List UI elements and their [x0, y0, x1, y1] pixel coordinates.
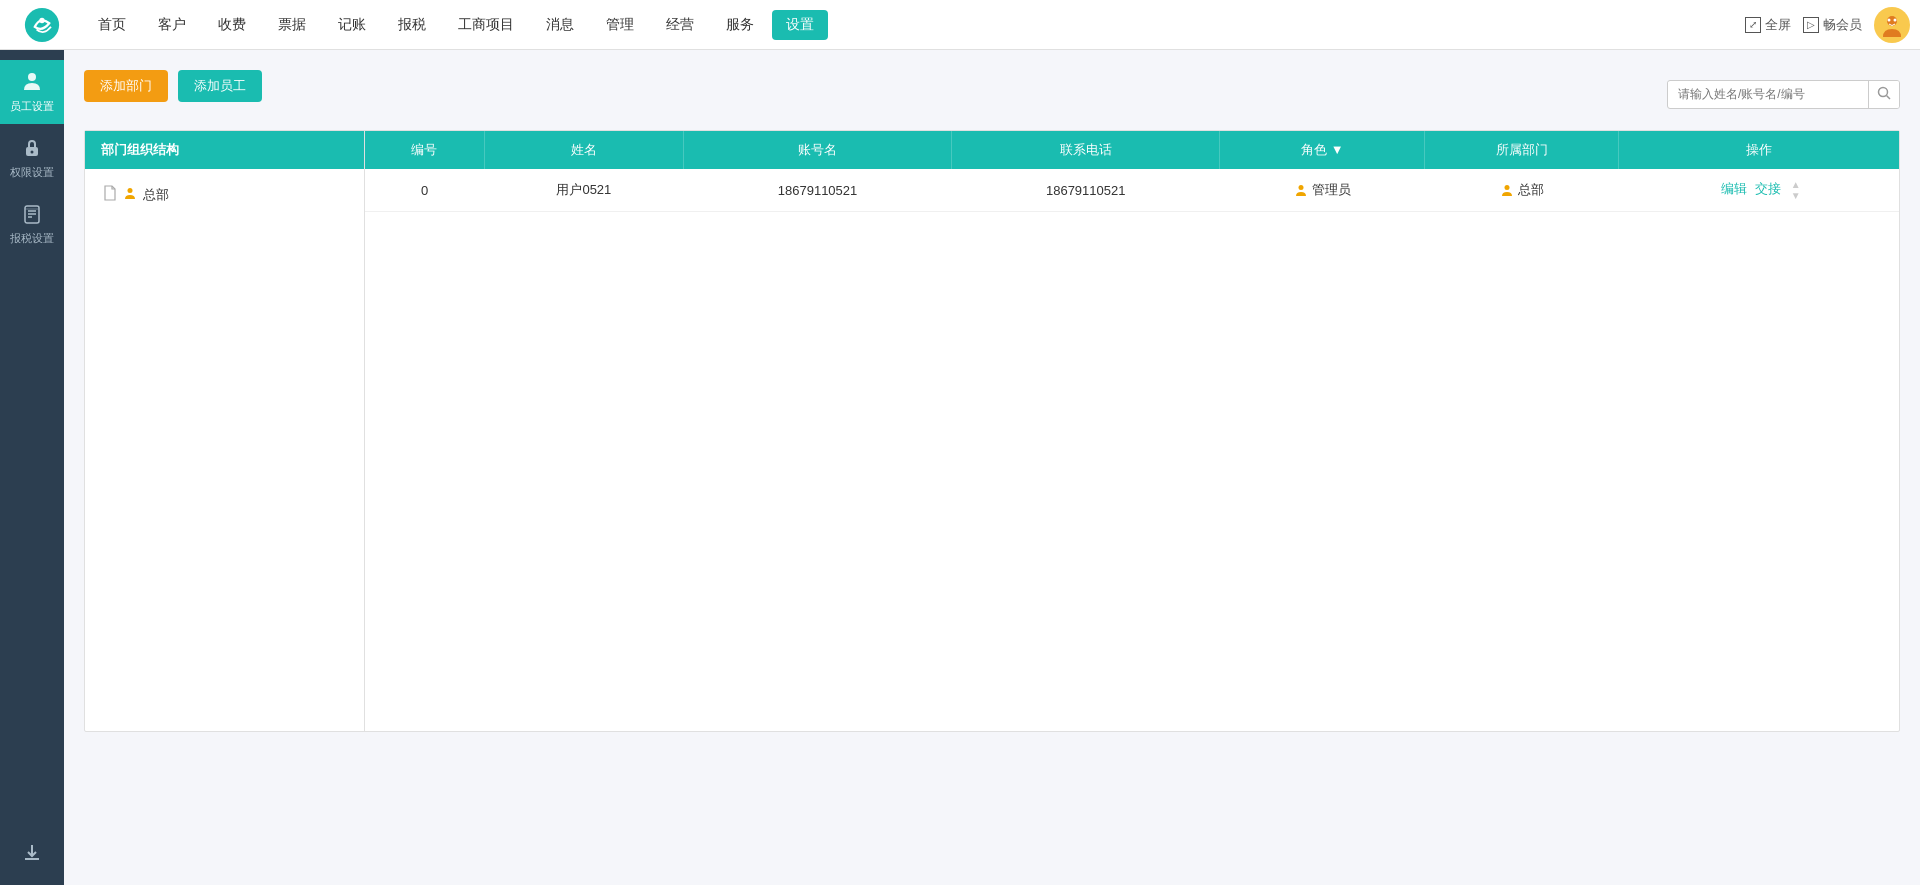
- svg-point-15: [128, 188, 133, 193]
- sidebar-item-tax-settings[interactable]: 报税设置: [0, 194, 64, 256]
- content-area: 部门组织结构: [84, 130, 1900, 732]
- download-icon: [22, 842, 42, 865]
- svg-point-4: [1894, 18, 1897, 21]
- table-header-row: 编号姓名账号名联系电话角色 ▼所属部门操作: [365, 131, 1899, 169]
- toolbar-row: 添加部门 添加员工: [84, 70, 1900, 118]
- sidebar: 员工设置 权限设置 报税设置: [0, 50, 64, 885]
- nav-item-票据[interactable]: 票据: [264, 10, 320, 40]
- add-staff-button[interactable]: 添加员工: [178, 70, 262, 102]
- svg-point-16: [1298, 185, 1303, 190]
- nav-item-工商项目[interactable]: 工商项目: [444, 10, 528, 40]
- nav-item-管理[interactable]: 管理: [592, 10, 648, 40]
- nav-item-服务[interactable]: 服务: [712, 10, 768, 40]
- lock-icon: [22, 138, 42, 161]
- col-header: 所属部门: [1425, 131, 1619, 169]
- dept-tree: 部门组织结构: [85, 131, 365, 731]
- svg-point-17: [1504, 185, 1509, 190]
- fullscreen-btn[interactable]: ⤢ 全屏: [1745, 16, 1791, 34]
- nav-item-经营[interactable]: 经营: [652, 10, 708, 40]
- search-button[interactable]: [1868, 81, 1899, 108]
- employee-table-wrap: 编号姓名账号名联系电话角色 ▼所属部门操作 0用户052118679110521…: [365, 131, 1899, 731]
- search-wrap: [1667, 80, 1900, 109]
- search-icon: [1877, 86, 1891, 100]
- table-body: 0用户05211867911052118679110521管理员总部编辑交接▲▼: [365, 169, 1899, 212]
- sidebar-item-employee-settings[interactable]: 员工设置: [0, 60, 64, 124]
- logo: [10, 7, 74, 43]
- employee-table: 编号姓名账号名联系电话角色 ▼所属部门操作 0用户052118679110521…: [365, 131, 1899, 212]
- col-header: 操作: [1618, 131, 1899, 169]
- avatar[interactable]: [1874, 7, 1910, 43]
- scroll-arrows: ▲▼: [1791, 179, 1801, 201]
- main-content: 添加部门 添加员工 部门组织结构: [64, 50, 1920, 885]
- svg-point-1: [39, 17, 44, 22]
- nav-item-报税[interactable]: 报税: [384, 10, 440, 40]
- col-header: 联系电话: [952, 131, 1220, 169]
- col-header: 账号名: [683, 131, 951, 169]
- member-icon: ▷: [1803, 17, 1819, 33]
- dept-item-general[interactable]: 总部: [95, 179, 354, 210]
- member-btn[interactable]: ▷ 畅会员: [1803, 16, 1862, 34]
- dept-tree-header: 部门组织结构: [85, 131, 364, 169]
- svg-point-3: [1888, 18, 1891, 21]
- table-head: 编号姓名账号名联系电话角色 ▼所属部门操作: [365, 131, 1899, 169]
- dept-name-general: 总部: [143, 186, 169, 204]
- top-nav: 首页客户收费票据记账报税工商项目消息管理经营服务设置 ⤢ 全屏 ▷ 畅会员: [0, 0, 1920, 50]
- sidebar-item-download[interactable]: [0, 832, 64, 875]
- sidebar-label-employee: 员工设置: [10, 99, 54, 114]
- nav-item-客户[interactable]: 客户: [144, 10, 200, 40]
- nav-item-首页[interactable]: 首页: [84, 10, 140, 40]
- search-area: [1667, 80, 1900, 109]
- nav-item-消息[interactable]: 消息: [532, 10, 588, 40]
- search-input[interactable]: [1668, 82, 1868, 106]
- cell-name: 用户0521: [484, 169, 683, 212]
- cell-actions: 编辑交接 ▲▼: [1618, 169, 1899, 212]
- svg-point-7: [31, 151, 34, 154]
- svg-point-13: [1879, 87, 1888, 96]
- action-编辑[interactable]: 编辑: [1721, 181, 1747, 196]
- sidebar-item-permission-settings[interactable]: 权限设置: [0, 128, 64, 190]
- col-header: 角色 ▼: [1220, 131, 1425, 169]
- tax-icon: [22, 204, 42, 227]
- dept-tree-body: 总部: [85, 169, 364, 220]
- col-header: 姓名: [484, 131, 683, 169]
- col-header: 编号: [365, 131, 484, 169]
- nav-right: ⤢ 全屏 ▷ 畅会员: [1745, 7, 1910, 43]
- nav-items: 首页客户收费票据记账报税工商项目消息管理经营服务设置: [74, 10, 1745, 40]
- add-dept-button[interactable]: 添加部门: [84, 70, 168, 102]
- sidebar-label-permission: 权限设置: [10, 165, 54, 180]
- svg-point-0: [25, 7, 59, 41]
- action-交接[interactable]: 交接: [1755, 181, 1781, 196]
- sidebar-label-tax: 报税设置: [10, 231, 54, 246]
- nav-item-记账[interactable]: 记账: [324, 10, 380, 40]
- logo-icon: [24, 7, 60, 43]
- cell-role: 管理员: [1220, 169, 1425, 212]
- employee-icon: [21, 70, 43, 95]
- toolbar: 添加部门 添加员工: [84, 70, 262, 102]
- svg-line-14: [1887, 95, 1891, 99]
- cell-id: 0: [365, 169, 484, 212]
- table-row: 0用户05211867911052118679110521管理员总部编辑交接▲▼: [365, 169, 1899, 212]
- fullscreen-icon: ⤢: [1745, 17, 1761, 33]
- nav-item-设置[interactable]: 设置: [772, 10, 828, 40]
- svg-point-5: [28, 73, 36, 81]
- nav-item-收费[interactable]: 收费: [204, 10, 260, 40]
- dept-person-icon: [123, 186, 137, 203]
- cell-account: 18679110521: [683, 169, 951, 212]
- cell-phone: 18679110521: [952, 169, 1220, 212]
- cell-dept: 总部: [1425, 169, 1619, 212]
- file-icon: [103, 185, 117, 204]
